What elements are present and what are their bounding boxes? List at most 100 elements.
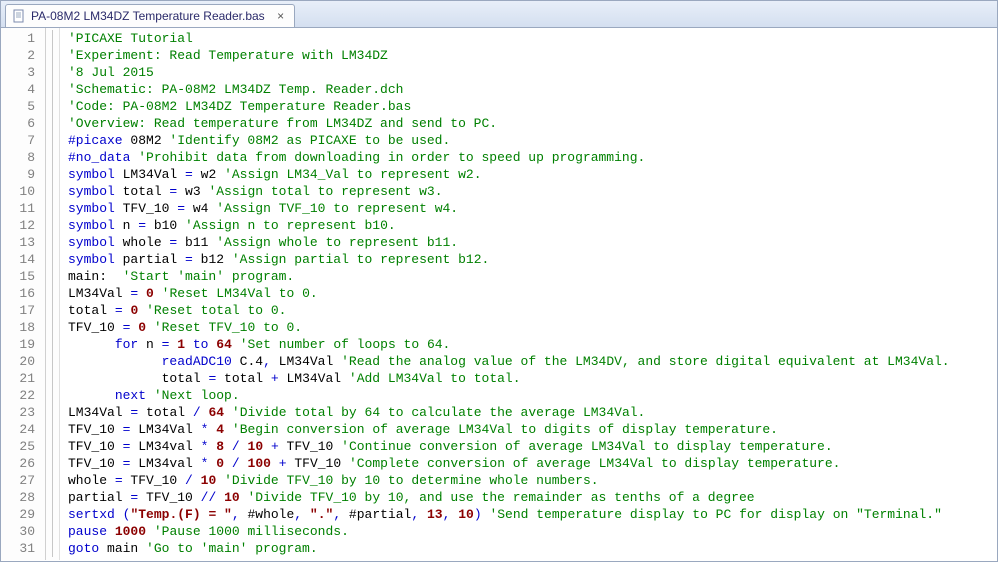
code-line[interactable]: for n = 1 to 64 'Set number of loops to … bbox=[68, 336, 997, 353]
line-number: 2 bbox=[1, 47, 35, 64]
code-line[interactable]: next 'Next loop. bbox=[68, 387, 997, 404]
fold-marker bbox=[46, 387, 59, 404]
line-number: 22 bbox=[1, 387, 35, 404]
fold-marker bbox=[46, 234, 59, 251]
code-line[interactable]: pause 1000 'Pause 1000 milliseconds. bbox=[68, 523, 997, 540]
code-line[interactable]: whole = TFV_10 / 10 'Divide TFV_10 by 10… bbox=[68, 472, 997, 489]
fold-marker bbox=[46, 47, 59, 64]
line-number: 27 bbox=[1, 472, 35, 489]
line-number: 31 bbox=[1, 540, 35, 557]
line-number: 10 bbox=[1, 183, 35, 200]
code-line[interactable]: TFV_10 = LM34Val * 4 'Begin conversion o… bbox=[68, 421, 997, 438]
line-number-gutter: 1234567891011121314151617181920212223242… bbox=[1, 28, 46, 560]
code-line[interactable]: readADC10 C.4, LM34Val 'Read the analog … bbox=[68, 353, 997, 370]
fold-marker bbox=[46, 370, 59, 387]
fold-marker bbox=[46, 98, 59, 115]
fold-marker bbox=[46, 421, 59, 438]
line-number: 14 bbox=[1, 251, 35, 268]
code-line[interactable]: symbol partial = b12 'Assign partial to … bbox=[68, 251, 997, 268]
code-line[interactable]: main: 'Start 'main' program. bbox=[68, 268, 997, 285]
line-number: 28 bbox=[1, 489, 35, 506]
fold-marker bbox=[46, 353, 59, 370]
line-number: 7 bbox=[1, 132, 35, 149]
code-line[interactable]: TFV_10 = LM34val * 8 / 10 + TFV_10 'Cont… bbox=[68, 438, 997, 455]
line-number: 23 bbox=[1, 404, 35, 421]
fold-marker bbox=[46, 64, 59, 81]
fold-marker bbox=[46, 319, 59, 336]
line-number: 6 bbox=[1, 115, 35, 132]
fold-marker bbox=[46, 455, 59, 472]
close-icon[interactable]: × bbox=[274, 9, 288, 23]
line-number: 9 bbox=[1, 166, 35, 183]
tab-bar: PA-08M2 LM34DZ Temperature Reader.bas × bbox=[1, 1, 997, 28]
line-number: 12 bbox=[1, 217, 35, 234]
fold-marker bbox=[46, 540, 59, 557]
fold-marker bbox=[46, 523, 59, 540]
code-line[interactable]: symbol total = w3 'Assign total to repre… bbox=[68, 183, 997, 200]
line-number: 26 bbox=[1, 455, 35, 472]
tab-title: PA-08M2 LM34DZ Temperature Reader.bas bbox=[31, 9, 265, 23]
fold-marker bbox=[46, 183, 59, 200]
fold-marker bbox=[46, 115, 59, 132]
code-line[interactable]: TFV_10 = 0 'Reset TFV_10 to 0. bbox=[68, 319, 997, 336]
fold-marker bbox=[46, 285, 59, 302]
code-line[interactable]: 'Overview: Read temperature from LM34DZ … bbox=[68, 115, 997, 132]
line-number: 17 bbox=[1, 302, 35, 319]
code-line[interactable]: sertxd ("Temp.(F) = ", #whole, ".", #par… bbox=[68, 506, 997, 523]
line-number: 29 bbox=[1, 506, 35, 523]
file-tab[interactable]: PA-08M2 LM34DZ Temperature Reader.bas × bbox=[5, 4, 295, 27]
line-number: 25 bbox=[1, 438, 35, 455]
code-line[interactable]: #picaxe 08M2 'Identify 08M2 as PICAXE to… bbox=[68, 132, 997, 149]
fold-marker bbox=[46, 149, 59, 166]
fold-marker bbox=[46, 251, 59, 268]
editor: 1234567891011121314151617181920212223242… bbox=[1, 28, 997, 560]
code-line[interactable]: 'Code: PA-08M2 LM34DZ Temperature Reader… bbox=[68, 98, 997, 115]
line-number: 15 bbox=[1, 268, 35, 285]
file-icon bbox=[12, 9, 26, 23]
line-number: 18 bbox=[1, 319, 35, 336]
line-number: 24 bbox=[1, 421, 35, 438]
fold-marker bbox=[46, 438, 59, 455]
code-line[interactable]: LM34Val = total / 64 'Divide total by 64… bbox=[68, 404, 997, 421]
line-number: 20 bbox=[1, 353, 35, 370]
code-line[interactable]: total = total + LM34Val 'Add LM34Val to … bbox=[68, 370, 997, 387]
code-line[interactable]: symbol LM34Val = w2 'Assign LM34_Val to … bbox=[68, 166, 997, 183]
line-number: 30 bbox=[1, 523, 35, 540]
fold-marker bbox=[46, 217, 59, 234]
line-number: 11 bbox=[1, 200, 35, 217]
fold-column bbox=[46, 28, 60, 560]
code-line[interactable]: '8 Jul 2015 bbox=[68, 64, 997, 81]
code-line[interactable]: 'PICAXE Tutorial bbox=[68, 30, 997, 47]
line-number: 16 bbox=[1, 285, 35, 302]
fold-marker bbox=[46, 404, 59, 421]
code-line[interactable]: LM34Val = 0 'Reset LM34Val to 0. bbox=[68, 285, 997, 302]
line-number: 8 bbox=[1, 149, 35, 166]
fold-marker bbox=[46, 166, 59, 183]
fold-marker bbox=[46, 489, 59, 506]
code-line[interactable]: 'Schematic: PA-08M2 LM34DZ Temp. Reader.… bbox=[68, 81, 997, 98]
fold-marker bbox=[46, 132, 59, 149]
line-number: 1 bbox=[1, 30, 35, 47]
fold-marker bbox=[46, 30, 59, 47]
fold-marker bbox=[46, 336, 59, 353]
code-area[interactable]: 'PICAXE Tutorial'Experiment: Read Temper… bbox=[60, 28, 997, 560]
code-line[interactable]: TFV_10 = LM34val * 0 / 100 + TFV_10 'Com… bbox=[68, 455, 997, 472]
code-line[interactable]: 'Experiment: Read Temperature with LM34D… bbox=[68, 47, 997, 64]
line-number: 5 bbox=[1, 98, 35, 115]
code-line[interactable]: symbol n = b10 'Assign n to represent b1… bbox=[68, 217, 997, 234]
code-line[interactable]: symbol TFV_10 = w4 'Assign TVF_10 to rep… bbox=[68, 200, 997, 217]
code-line[interactable]: #no_data 'Prohibit data from downloading… bbox=[68, 149, 997, 166]
line-number: 3 bbox=[1, 64, 35, 81]
code-line[interactable]: partial = TFV_10 // 10 'Divide TFV_10 by… bbox=[68, 489, 997, 506]
fold-marker bbox=[46, 200, 59, 217]
line-number: 4 bbox=[1, 81, 35, 98]
code-line[interactable]: total = 0 'Reset total to 0. bbox=[68, 302, 997, 319]
code-line[interactable]: goto main 'Go to 'main' program. bbox=[68, 540, 997, 557]
fold-marker bbox=[46, 81, 59, 98]
fold-marker bbox=[46, 472, 59, 489]
line-number: 13 bbox=[1, 234, 35, 251]
fold-marker bbox=[46, 506, 59, 523]
fold-marker bbox=[46, 302, 59, 319]
fold-marker bbox=[46, 268, 59, 285]
code-line[interactable]: symbol whole = b11 'Assign whole to repr… bbox=[68, 234, 997, 251]
